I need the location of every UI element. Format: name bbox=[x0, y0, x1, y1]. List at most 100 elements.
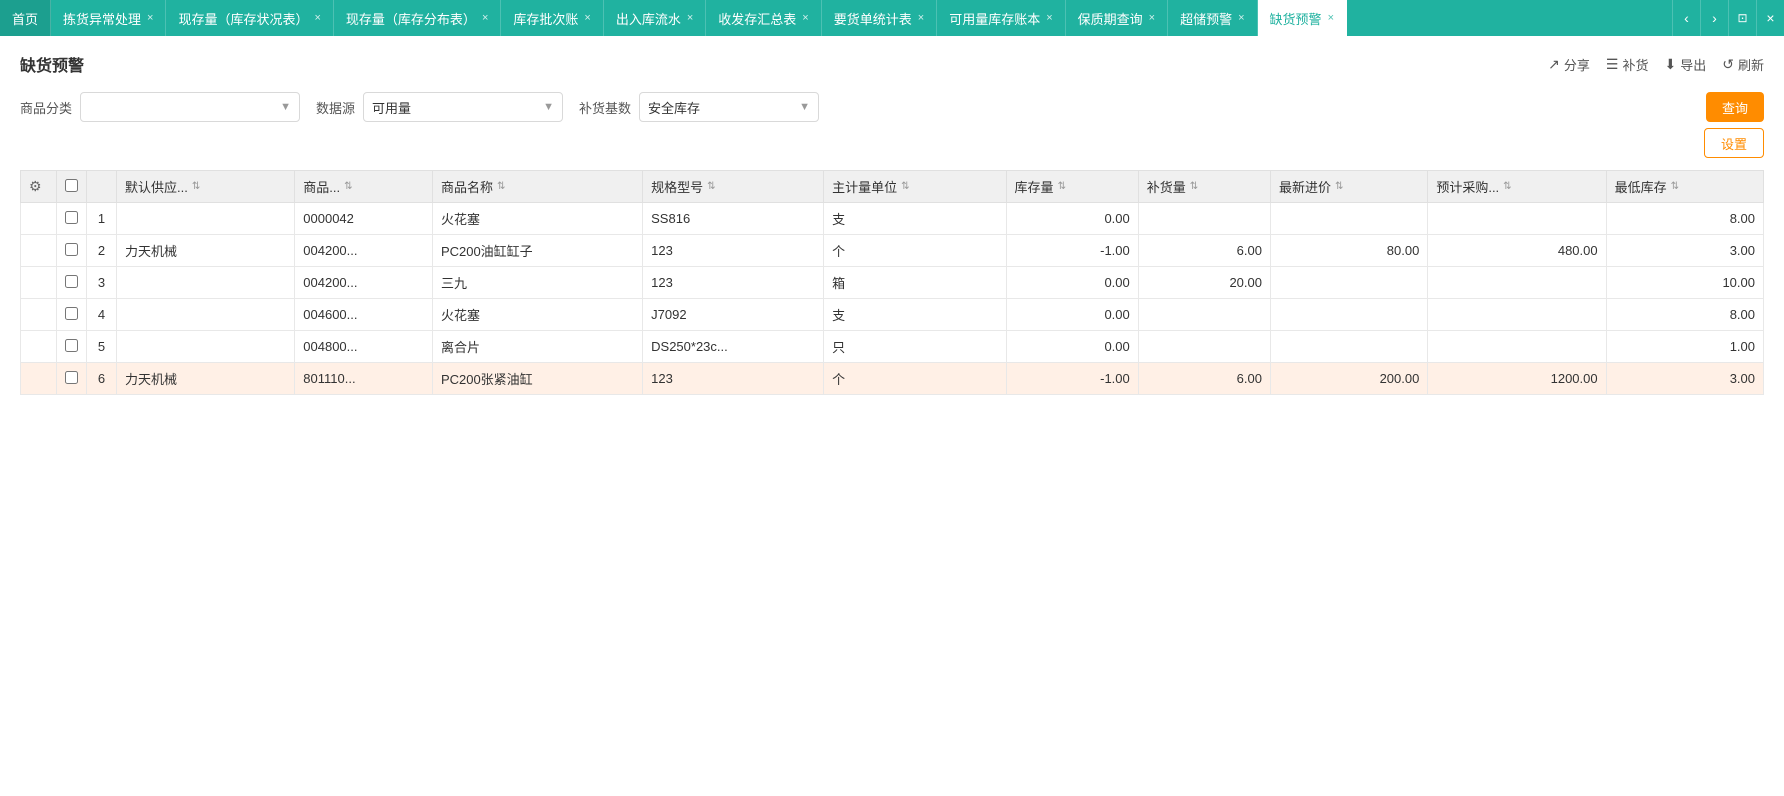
datasource-select[interactable]: 可用量 ▼ bbox=[363, 92, 563, 122]
sort-icon-supplier[interactable]: ⇅ bbox=[192, 181, 200, 192]
th-product-code-label: 商品... bbox=[303, 177, 340, 196]
row-latest-price: 200.00 bbox=[1270, 363, 1427, 395]
table-row: 3 004200... 三九 123 箱 0.00 20.00 10.00 bbox=[21, 267, 1764, 299]
row-num: 3 bbox=[87, 267, 117, 299]
row-estimated-purchase bbox=[1428, 331, 1606, 363]
tab-in-out-flow-close[interactable]: × bbox=[687, 12, 693, 24]
tab-order-stats-close[interactable]: × bbox=[918, 12, 924, 24]
row-product-name: 火花塞 bbox=[432, 299, 642, 331]
header-actions: ↗ 分享 ☰ 补货 ⬇ 导出 ↺ 刷新 bbox=[1548, 55, 1764, 74]
row-product-code: 004200... bbox=[295, 235, 433, 267]
data-table: ⚙ 默认供应... ⇅ 商品... ⇅ bbox=[20, 170, 1764, 395]
row-checkbox-cell bbox=[57, 267, 87, 299]
th-stock: 库存量 ⇅ bbox=[1006, 171, 1138, 203]
tab-home[interactable]: 首页 bbox=[0, 0, 51, 36]
sort-icon-product-code[interactable]: ⇅ bbox=[344, 181, 352, 192]
row-estimated-purchase bbox=[1428, 267, 1606, 299]
tab-next-btn[interactable]: › bbox=[1700, 0, 1728, 36]
row-checkbox-3[interactable] bbox=[65, 307, 78, 320]
row-unit: 只 bbox=[824, 331, 1006, 363]
row-unit: 支 bbox=[824, 203, 1006, 235]
tab-order-stats[interactable]: 要货单统计表 × bbox=[822, 0, 937, 36]
tab-inventory-status-close[interactable]: × bbox=[314, 12, 320, 24]
row-settings-cell bbox=[21, 235, 57, 267]
tab-available-ledger[interactable]: 可用量库存账本 × bbox=[937, 0, 1065, 36]
row-product-code: 004800... bbox=[295, 331, 433, 363]
row-checkbox-cell bbox=[57, 331, 87, 363]
tab-inventory-status[interactable]: 现存量（库存状况表） × bbox=[166, 0, 333, 36]
tab-receive-summary[interactable]: 收发存汇总表 × bbox=[706, 0, 821, 36]
th-default-supplier: 默认供应... ⇅ bbox=[117, 171, 295, 203]
tab-overstock-warning-close[interactable]: × bbox=[1238, 12, 1244, 24]
row-default-supplier bbox=[117, 331, 295, 363]
tab-batch-account[interactable]: 库存批次账 × bbox=[501, 0, 603, 36]
datasource-chevron-icon: ▼ bbox=[543, 101, 554, 113]
tab-available-ledger-close[interactable]: × bbox=[1046, 12, 1052, 24]
tab-prev-btn[interactable]: ‹ bbox=[1672, 0, 1700, 36]
replenish-button[interactable]: ☰ 补货 bbox=[1606, 55, 1649, 74]
sort-icon-stock[interactable]: ⇅ bbox=[1058, 181, 1066, 192]
tab-in-out-flow[interactable]: 出入库流水 × bbox=[604, 0, 706, 36]
replenish-base-label: 补货基数 bbox=[579, 98, 631, 117]
tab-close-all-btn[interactable]: × bbox=[1756, 0, 1784, 36]
share-button[interactable]: ↗ 分享 bbox=[1548, 55, 1590, 74]
sort-icon-min-stock[interactable]: ⇅ bbox=[1671, 181, 1679, 192]
settings-button[interactable]: 设置 bbox=[1704, 128, 1764, 158]
row-stock: 0.00 bbox=[1006, 203, 1138, 235]
sort-icon-spec[interactable]: ⇅ bbox=[707, 181, 715, 192]
row-checkbox-cell bbox=[57, 363, 87, 395]
th-spec-label: 规格型号 bbox=[651, 177, 703, 196]
export-button[interactable]: ⬇ 导出 bbox=[1665, 55, 1707, 74]
row-checkbox-cell bbox=[57, 203, 87, 235]
tab-expiry-query-close[interactable]: × bbox=[1149, 12, 1155, 24]
row-checkbox-2[interactable] bbox=[65, 275, 78, 288]
sort-icon-unit[interactable]: ⇅ bbox=[901, 181, 909, 192]
tab-restore-btn[interactable]: ⊡ bbox=[1728, 0, 1756, 36]
tab-batch-account-close[interactable]: × bbox=[584, 12, 590, 24]
tab-home-label: 首页 bbox=[12, 9, 38, 28]
tab-expiry-query[interactable]: 保质期查询 × bbox=[1066, 0, 1168, 36]
row-stock: -1.00 bbox=[1006, 235, 1138, 267]
row-settings-cell bbox=[21, 299, 57, 331]
tab-receive-summary-close[interactable]: × bbox=[802, 12, 808, 24]
select-all-checkbox[interactable] bbox=[65, 179, 78, 192]
replenish-base-select[interactable]: 安全库存 ▼ bbox=[639, 92, 819, 122]
datasource-value: 可用量 bbox=[372, 98, 411, 117]
sort-icon-latest-price[interactable]: ⇅ bbox=[1335, 181, 1343, 192]
row-spec: 123 bbox=[643, 363, 824, 395]
row-product-name: 三九 bbox=[432, 267, 642, 299]
sort-icon-replenish-qty[interactable]: ⇅ bbox=[1190, 181, 1198, 192]
row-min-stock: 8.00 bbox=[1606, 203, 1763, 235]
row-checkbox-4[interactable] bbox=[65, 339, 78, 352]
row-spec: DS250*23c... bbox=[643, 331, 824, 363]
tab-shortage-warning-close[interactable]: × bbox=[1328, 12, 1334, 24]
row-default-supplier bbox=[117, 267, 295, 299]
category-select[interactable]: ▼ bbox=[80, 92, 300, 122]
tab-inventory-status-label: 现存量（库存状况表） bbox=[178, 9, 308, 28]
tab-defect-process-close[interactable]: × bbox=[147, 12, 153, 24]
tab-inventory-dist[interactable]: 现存量（库存分布表） × bbox=[334, 0, 501, 36]
th-default-supplier-label: 默认供应... bbox=[125, 177, 188, 196]
tab-inventory-dist-label: 现存量（库存分布表） bbox=[346, 9, 476, 28]
tab-inventory-dist-close[interactable]: × bbox=[482, 12, 488, 24]
th-unit: 主计量单位 ⇅ bbox=[824, 171, 1006, 203]
row-latest-price: 80.00 bbox=[1270, 235, 1427, 267]
row-checkbox-1[interactable] bbox=[65, 243, 78, 256]
sort-icon-estimated-purchase[interactable]: ⇅ bbox=[1503, 181, 1511, 192]
tab-navigation: ‹ › ⊡ × bbox=[1672, 0, 1784, 36]
tab-overstock-warning[interactable]: 超储预警 × bbox=[1168, 0, 1257, 36]
row-unit: 支 bbox=[824, 299, 1006, 331]
query-button[interactable]: 查询 bbox=[1706, 92, 1764, 122]
refresh-button[interactable]: ↺ 刷新 bbox=[1722, 55, 1764, 74]
sort-icon-product-name[interactable]: ⇅ bbox=[497, 181, 505, 192]
th-checkbox bbox=[57, 171, 87, 203]
row-stock: 0.00 bbox=[1006, 299, 1138, 331]
tab-defect-process[interactable]: 拣货异常处理 × bbox=[51, 0, 166, 36]
row-product-name: PC200油缸缸子 bbox=[432, 235, 642, 267]
row-num: 1 bbox=[87, 203, 117, 235]
tab-shortage-warning[interactable]: 缺货预警 × bbox=[1258, 0, 1347, 36]
gear-icon[interactable]: ⚙ bbox=[29, 178, 42, 194]
row-checkbox-5[interactable] bbox=[65, 371, 78, 384]
th-min-stock: 最低库存 ⇅ bbox=[1606, 171, 1763, 203]
row-checkbox-0[interactable] bbox=[65, 211, 78, 224]
